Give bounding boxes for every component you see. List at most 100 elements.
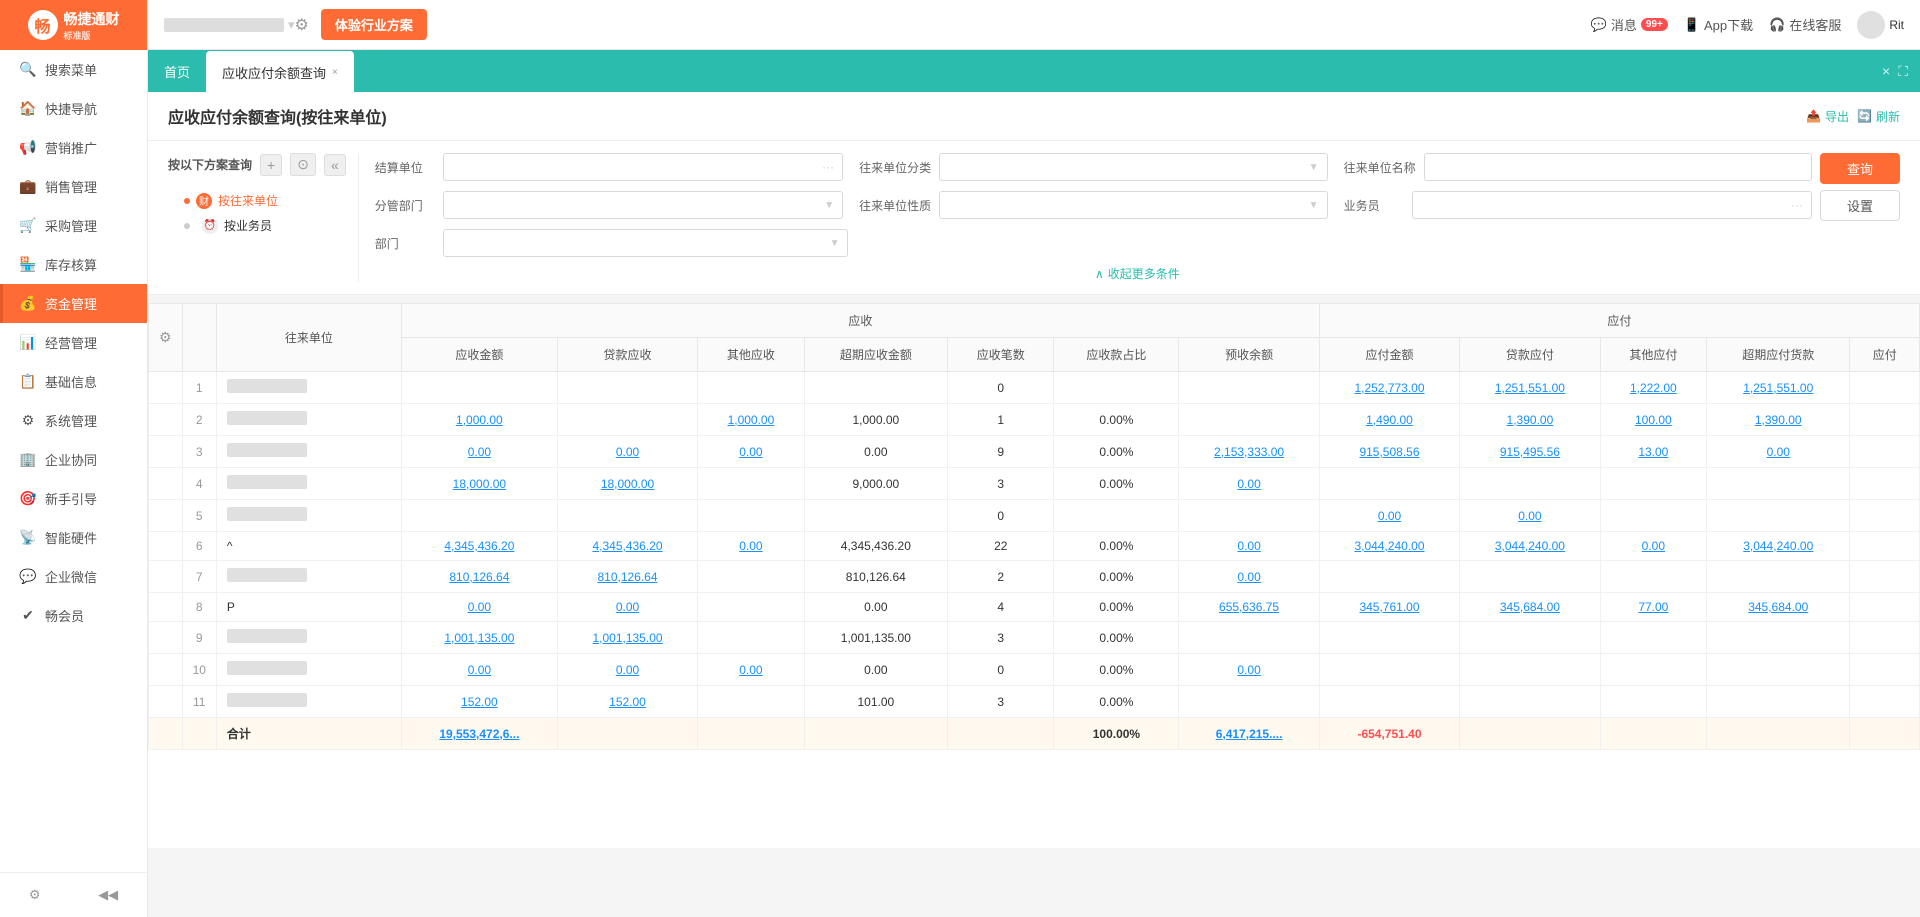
table-cell[interactable]: 0.00 [557, 436, 697, 468]
window-expand-icon[interactable]: ⛶ [1898, 63, 1908, 80]
table-cell[interactable]: 3,044,240.00 [1319, 532, 1459, 561]
filter-fields: 结算单位 ··· 往来单位分类 ▼ [375, 153, 1812, 257]
table-cell[interactable]: 1,001,135.00 [557, 622, 697, 654]
table-cell[interactable]: 1,000.00 [401, 404, 557, 436]
table-cell[interactable]: 4,345,436.20 [557, 532, 697, 561]
tab-close-icon[interactable]: × [332, 67, 338, 78]
table-cell[interactable]: 0.00 [698, 436, 804, 468]
table-cell[interactable]: 1,490.00 [1319, 404, 1459, 436]
table-cell[interactable]: 1,390.00 [1707, 404, 1850, 436]
table-cell[interactable]: 0.00 [1179, 468, 1319, 500]
table-cell[interactable]: 345,761.00 [1319, 593, 1459, 622]
table-cell[interactable]: 1,390.00 [1460, 404, 1600, 436]
scheme-settings-button[interactable]: ⊙ [290, 153, 316, 176]
table-cell[interactable]: 77.00 [1600, 593, 1706, 622]
scheme-collapse-button[interactable]: « [324, 154, 346, 176]
settlement-unit-input[interactable]: ··· [443, 153, 843, 181]
sidebar-item-corp-wechat[interactable]: 💬 企业微信 [0, 557, 147, 596]
sidebar-item-smart-hw[interactable]: 📡 智能硬件 [0, 518, 147, 557]
sidebar-item-quick-nav[interactable]: 🏠 快捷导航 [0, 89, 147, 128]
table-cell[interactable]: 1,000.00 [698, 404, 804, 436]
dept-manager-input[interactable]: ▼ [443, 191, 843, 219]
department-input[interactable]: ▼ [443, 229, 849, 257]
sidebar-settings-btn[interactable]: ⚙ [19, 881, 51, 909]
scheme-item-salesperson[interactable]: ⏰ 按业务员 [176, 213, 338, 238]
setting-button[interactable]: 设置 [1820, 190, 1900, 221]
query-button[interactable]: 查询 [1820, 153, 1900, 184]
table-cell[interactable]: 100.00 [1600, 404, 1706, 436]
table-cell[interactable]: 4,345,436.20 [401, 532, 557, 561]
table-cell[interactable]: 0.00 [401, 436, 557, 468]
table-settings-icon[interactable]: ⚙ [159, 329, 172, 345]
table-cell[interactable]: 0.00 [1600, 532, 1706, 561]
sidebar-item-member[interactable]: ✔ 畅会员 [0, 596, 147, 635]
scheme-item-partner[interactable]: 财 按往来单位 [176, 188, 338, 213]
table-wrapper[interactable]: ⚙ 往来单位 应收 应付 应收金额 贷款应收 其他应收 超期应收金额 应收笔数 … [148, 303, 1920, 848]
table-cell[interactable]: 1,252,773.00 [1319, 372, 1459, 404]
table-cell[interactable]: 0.00 [1707, 436, 1850, 468]
sidebar-item-sales[interactable]: 💼 销售管理 [0, 167, 147, 206]
table-cell[interactable]: 1,222.00 [1600, 372, 1706, 404]
sidebar-item-operation[interactable]: 📊 经营管理 [0, 323, 147, 362]
table-cell[interactable]: 0.00 [1319, 500, 1459, 532]
total-ar-prepaid[interactable]: 6,417,215.... [1179, 718, 1319, 750]
table-cell[interactable]: 810,126.64 [401, 561, 557, 593]
total-ar-amount[interactable]: 19,553,472,6... [401, 718, 557, 750]
sidebar-item-purchase[interactable]: 🛒 采购管理 [0, 206, 147, 245]
table-cell[interactable]: 0.00 [1179, 654, 1319, 686]
add-scheme-button[interactable]: + [260, 154, 282, 176]
partner-name-input[interactable] [1424, 153, 1812, 181]
sidebar-item-inventory[interactable]: 🏪 库存核算 [0, 245, 147, 284]
tab-home[interactable]: 首页 [148, 50, 206, 92]
sidebar-item-finance[interactable]: 💰 资金管理 [0, 284, 147, 323]
sidebar-item-search[interactable]: 🔍 搜索菜单 [0, 50, 147, 89]
table-settings-col[interactable]: ⚙ [149, 304, 183, 372]
app-download-button[interactable]: 📱 App下载 [1684, 15, 1753, 34]
collapse-button[interactable]: ∧ 收起更多条件 [1095, 265, 1180, 282]
sidebar-collapse-btn[interactable]: ◀◀ [88, 881, 128, 909]
table-cell[interactable]: 1,001,135.00 [401, 622, 557, 654]
table-cell[interactable]: 345,684.00 [1460, 593, 1600, 622]
export-button[interactable]: 📤 导出 [1806, 108, 1849, 125]
table-cell[interactable]: 0.00 [1179, 532, 1319, 561]
table-cell[interactable]: 3,044,240.00 [1707, 532, 1850, 561]
table-cell[interactable]: 0.00 [401, 593, 557, 622]
table-cell[interactable]: 152.00 [557, 686, 697, 718]
table-cell[interactable]: 915,495.56 [1460, 436, 1600, 468]
partner-category-input[interactable]: ▼ [939, 153, 1327, 181]
table-cell[interactable]: 152.00 [401, 686, 557, 718]
table-cell[interactable]: 0.00 [698, 654, 804, 686]
header-gear-icon[interactable]: ⚙ [295, 15, 309, 35]
table-cell[interactable]: 345,684.00 [1707, 593, 1850, 622]
table-cell[interactable]: 0.00 [1179, 561, 1319, 593]
salesperson-input[interactable]: ··· [1412, 191, 1812, 219]
window-close-icon[interactable]: × [1882, 63, 1890, 79]
table-cell[interactable]: 1,251,551.00 [1707, 372, 1850, 404]
table-cell[interactable]: 0.00 [698, 532, 804, 561]
message-button[interactable]: 💬 消息 99+ [1591, 15, 1668, 34]
table-cell[interactable]: 915,508.56 [1319, 436, 1459, 468]
online-service-button[interactable]: 🎧 在线客服 [1769, 15, 1841, 34]
table-cell[interactable]: 0.00 [557, 593, 697, 622]
solution-button[interactable]: 体验行业方案 [321, 9, 427, 40]
sidebar-item-basic-info[interactable]: 📋 基础信息 [0, 362, 147, 401]
table-cell[interactable]: 810,126.64 [557, 561, 697, 593]
table-cell[interactable]: 13.00 [1600, 436, 1706, 468]
table-cell[interactable]: 18,000.00 [557, 468, 697, 500]
sidebar-item-guide[interactable]: 🎯 新手引导 [0, 479, 147, 518]
sidebar-item-marketing[interactable]: 📢 营销推广 [0, 128, 147, 167]
table-cell[interactable]: 3,044,240.00 [1460, 532, 1600, 561]
table-cell[interactable]: 655,636.75 [1179, 593, 1319, 622]
refresh-button[interactable]: 🔄 刷新 [1857, 108, 1900, 125]
sidebar-item-system[interactable]: ⚙ 系统管理 [0, 401, 147, 440]
user-menu[interactable]: Rit [1857, 11, 1904, 39]
table-cell[interactable]: 2,153,333.00 [1179, 436, 1319, 468]
table-cell[interactable]: 0.00 [1460, 500, 1600, 532]
tab-active[interactable]: 应收应付余额查询 × [206, 51, 354, 93]
table-cell[interactable]: 18,000.00 [401, 468, 557, 500]
table-cell[interactable]: 0.00 [557, 654, 697, 686]
partner-nature-input[interactable]: ▼ [939, 191, 1327, 219]
table-cell[interactable]: 1,251,551.00 [1460, 372, 1600, 404]
table-cell[interactable]: 0.00 [401, 654, 557, 686]
sidebar-item-corp-collab[interactable]: 🏢 企业协同 [0, 440, 147, 479]
